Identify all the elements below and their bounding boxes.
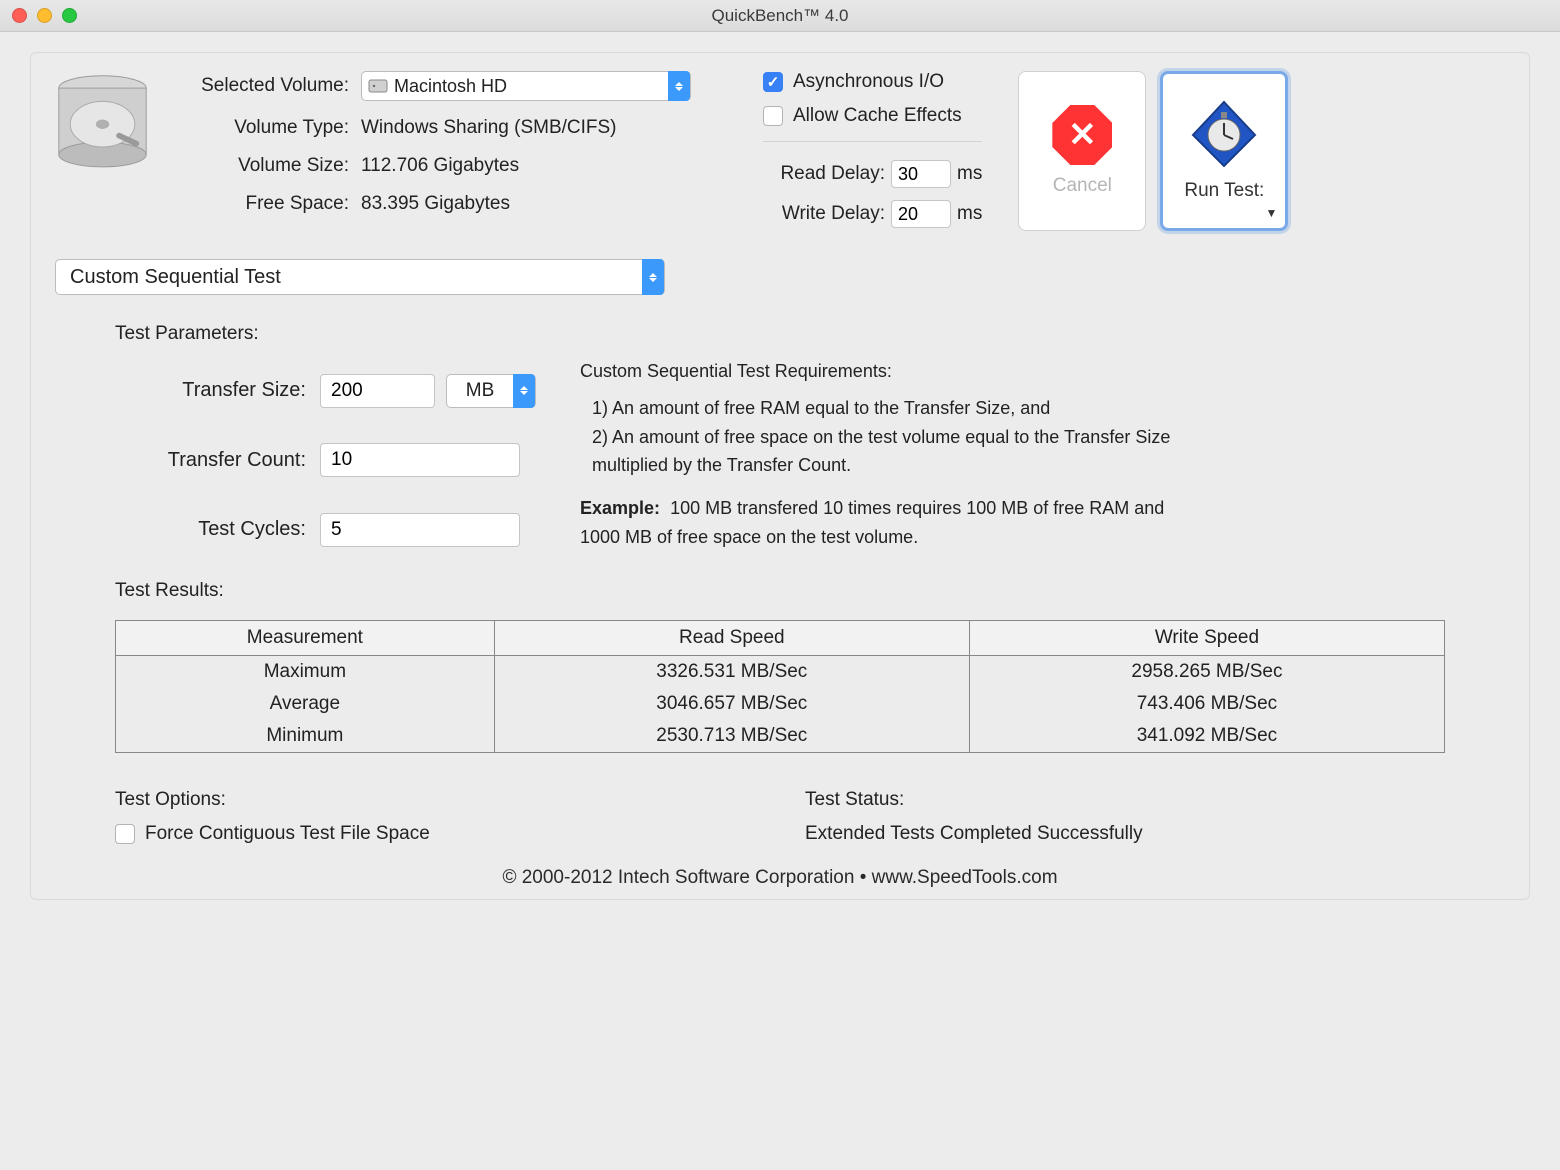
results-table: Measurement Read Speed Write Speed Maxim… bbox=[115, 620, 1445, 753]
example-text: 100 MB transfered 10 times requires 100 … bbox=[580, 498, 1164, 547]
test-status-value: Extended Tests Completed Successfully bbox=[805, 823, 1445, 845]
window-title: QuickBench™ 4.0 bbox=[0, 6, 1560, 26]
table-row: Minimum 2530.713 MB/Sec 341.092 MB/Sec bbox=[116, 720, 1445, 753]
test-status-label: Test Status: bbox=[805, 789, 1445, 811]
transfer-count-input[interactable] bbox=[320, 443, 520, 477]
example-label: Example: bbox=[580, 498, 660, 518]
transfer-size-label: Transfer Size: bbox=[115, 379, 320, 402]
cache-effects-checkbox[interactable] bbox=[763, 106, 783, 126]
selected-volume-select[interactable]: Macintosh HD bbox=[361, 71, 691, 101]
chevron-updown-icon bbox=[642, 259, 664, 295]
volume-type-value: Windows Sharing (SMB/CIFS) bbox=[361, 117, 691, 139]
cancel-button-label: Cancel bbox=[1053, 175, 1112, 197]
stopwatch-icon bbox=[1189, 100, 1259, 170]
volume-mini-icon bbox=[368, 77, 388, 95]
results-header-read: Read Speed bbox=[494, 620, 969, 655]
test-type-value: Custom Sequential Test bbox=[56, 266, 642, 289]
write-delay-input[interactable] bbox=[891, 200, 951, 228]
transfer-size-unit-value: MB bbox=[447, 380, 513, 402]
transfer-size-unit-select[interactable]: MB bbox=[446, 374, 536, 408]
transfer-count-label: Transfer Count: bbox=[115, 449, 320, 472]
results-header-write: Write Speed bbox=[969, 620, 1444, 655]
stop-icon: ✕ bbox=[1052, 105, 1112, 165]
test-options-label: Test Options: bbox=[115, 789, 755, 811]
transfer-size-input[interactable] bbox=[320, 374, 435, 408]
table-row: Average 3046.657 MB/Sec 743.406 MB/Sec bbox=[116, 688, 1445, 720]
titlebar: QuickBench™ 4.0 bbox=[0, 0, 1560, 32]
table-row: Maximum 3326.531 MB/Sec 2958.265 MB/Sec bbox=[116, 655, 1445, 688]
selected-volume-value: Macintosh HD bbox=[394, 76, 662, 97]
requirement-2: 2) An amount of free space on the test v… bbox=[580, 423, 1200, 481]
read-delay-input[interactable] bbox=[891, 160, 951, 188]
async-io-label: Asynchronous I/O bbox=[793, 71, 944, 93]
results-header-measurement: Measurement bbox=[116, 620, 495, 655]
test-parameters-label: Test Parameters: bbox=[115, 323, 1505, 345]
test-results-label: Test Results: bbox=[115, 580, 1505, 602]
cancel-button[interactable]: ✕ Cancel bbox=[1018, 71, 1146, 231]
requirement-1: 1) An amount of free RAM equal to the Tr… bbox=[580, 394, 1200, 423]
selected-volume-label: Selected Volume: bbox=[166, 75, 361, 97]
requirements-heading: Custom Sequential Test Requirements: bbox=[580, 357, 1200, 386]
write-delay-label: Write Delay: bbox=[763, 203, 885, 225]
force-contiguous-checkbox[interactable] bbox=[115, 824, 135, 844]
free-space-label: Free Space: bbox=[166, 193, 361, 215]
run-test-button[interactable]: Run Test: ▼ bbox=[1160, 71, 1288, 231]
test-cycles-label: Test Cycles: bbox=[115, 518, 320, 541]
test-cycles-input[interactable] bbox=[320, 513, 520, 547]
run-test-button-label: Run Test: bbox=[1184, 180, 1264, 202]
force-contiguous-label: Force Contiguous Test File Space bbox=[145, 823, 430, 845]
volume-size-value: 112.706 Gigabytes bbox=[361, 155, 691, 177]
cache-effects-label: Allow Cache Effects bbox=[793, 105, 962, 127]
write-delay-unit: ms bbox=[957, 203, 982, 225]
read-delay-unit: ms bbox=[957, 163, 982, 185]
free-space-value: 83.395 Gigabytes bbox=[361, 193, 691, 215]
chevron-updown-icon bbox=[513, 374, 535, 408]
chevron-updown-icon bbox=[668, 71, 690, 101]
volume-size-label: Volume Size: bbox=[166, 155, 361, 177]
chevron-down-icon: ▼ bbox=[1265, 206, 1277, 220]
async-io-checkbox[interactable] bbox=[763, 72, 783, 92]
footer-text: © 2000-2012 Intech Software Corporation … bbox=[55, 867, 1505, 889]
hard-drive-icon bbox=[55, 71, 150, 181]
volume-type-label: Volume Type: bbox=[166, 117, 361, 139]
read-delay-label: Read Delay: bbox=[763, 163, 885, 185]
test-type-select[interactable]: Custom Sequential Test bbox=[55, 259, 665, 295]
